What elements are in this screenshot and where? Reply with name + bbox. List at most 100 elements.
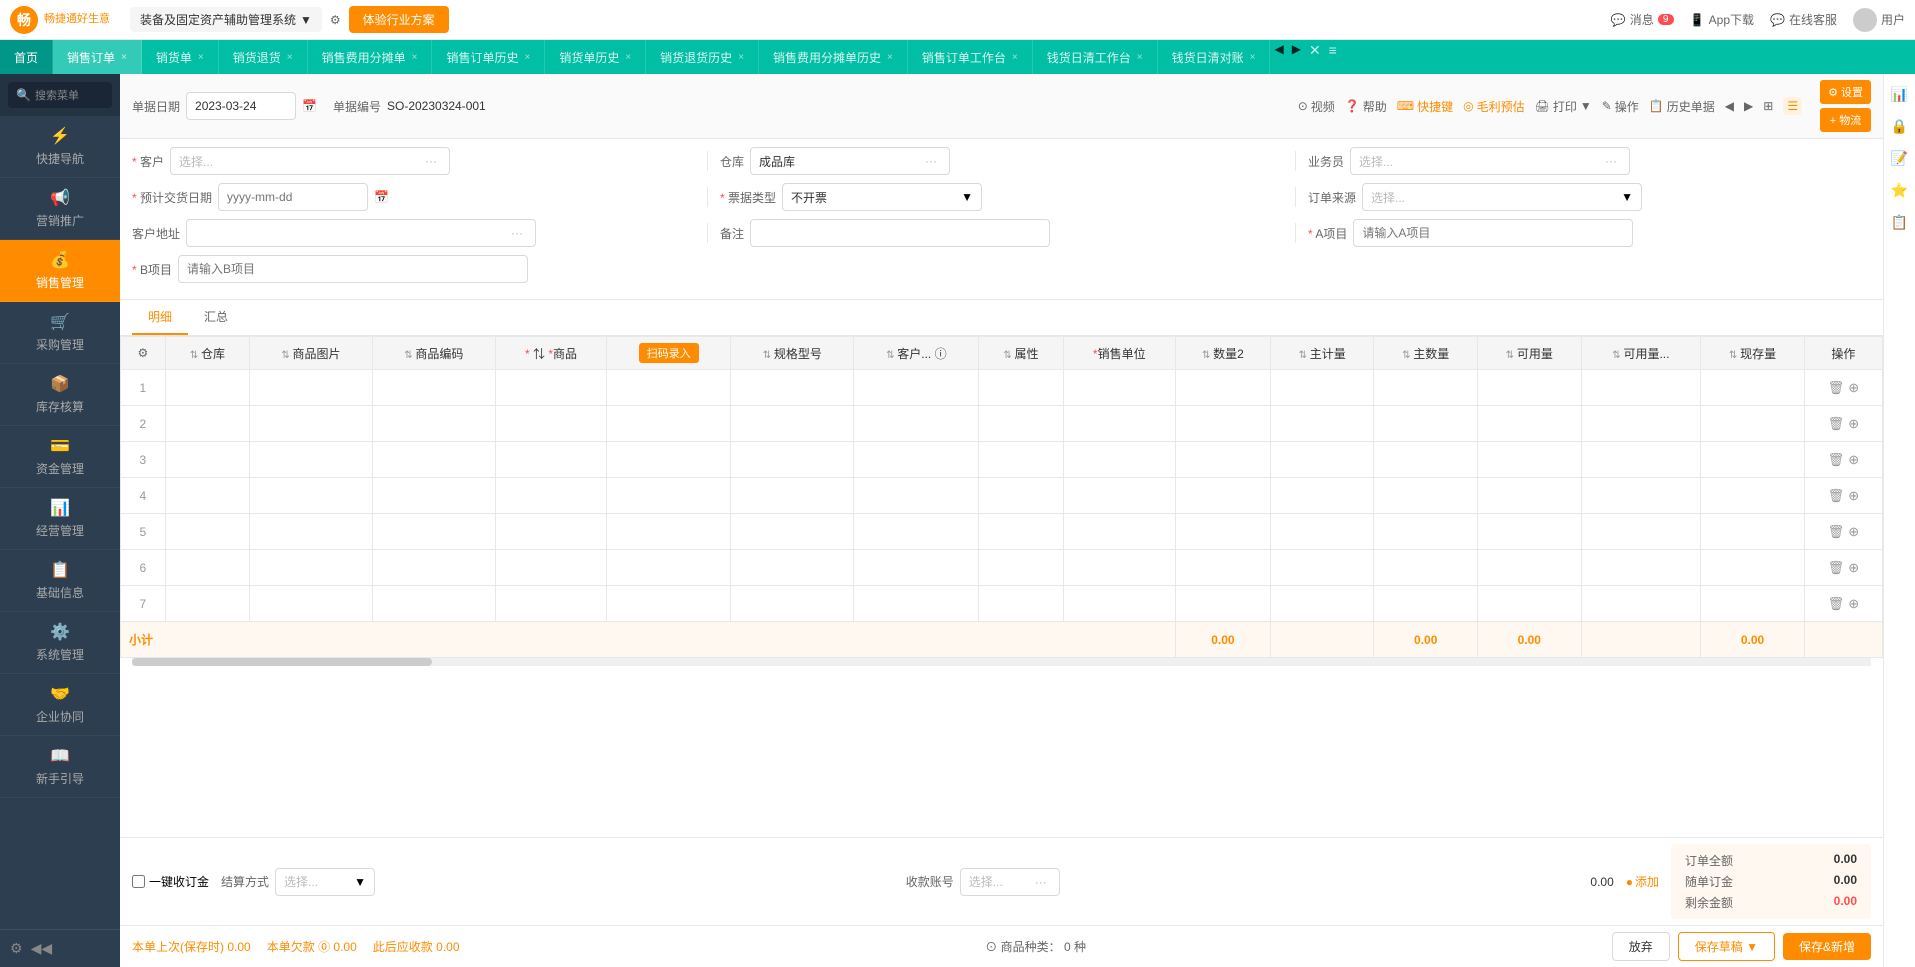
- sidebar-item-cooperation[interactable]: 🤝 企业协同: [0, 674, 120, 736]
- th-warehouse[interactable]: 仓库: [165, 337, 249, 370]
- logistics-btn[interactable]: + 物流: [1820, 108, 1871, 132]
- date-input[interactable]: [186, 92, 296, 120]
- history-btn[interactable]: 📋 历史单据: [1649, 98, 1715, 115]
- th-product-code[interactable]: 商品编码: [372, 337, 495, 370]
- app-download-btn[interactable]: 📱 App下载: [1690, 11, 1754, 28]
- settings-btn[interactable]: ⚙ 设置: [1820, 80, 1871, 104]
- pay-method-select[interactable]: 选择... ▼: [275, 868, 375, 896]
- tab-sales-order-close[interactable]: ×: [121, 52, 127, 63]
- tab-return-history[interactable]: 销货退货历史 ×: [646, 40, 759, 74]
- tab-sales-return[interactable]: 销货退货 ×: [219, 40, 308, 74]
- nav-next-btn[interactable]: ▶: [1288, 40, 1305, 74]
- th-unit[interactable]: *销售单位: [1063, 337, 1175, 370]
- account-select[interactable]: 选择... ···: [960, 868, 1060, 896]
- scan-btn[interactable]: 扫码录入: [639, 343, 699, 363]
- delete-row-4-icon[interactable]: 🗑: [1828, 488, 1845, 504]
- tab-home[interactable]: 首页: [0, 40, 53, 74]
- right-panel-star-icon[interactable]: ⭐: [1888, 178, 1912, 202]
- nav-close-all-btn[interactable]: ✕: [1305, 40, 1325, 74]
- th-settings[interactable]: ⚙: [121, 337, 166, 370]
- delete-row-5-icon[interactable]: 🗑: [1828, 524, 1845, 540]
- th-main-qty[interactable]: 主数量: [1374, 337, 1478, 370]
- discard-btn[interactable]: 放弃: [1612, 932, 1670, 961]
- th-scan[interactable]: 扫码录入: [607, 337, 731, 370]
- column-settings-icon[interactable]: ⚙: [138, 346, 149, 360]
- th-product-img[interactable]: 商品图片: [249, 337, 372, 370]
- tab-sales-invoice-close[interactable]: ×: [198, 52, 204, 63]
- settings-icon[interactable]: ⚙: [330, 13, 341, 27]
- th-available2[interactable]: 可用量...: [1581, 337, 1701, 370]
- nav-next-icon[interactable]: ▶: [1744, 99, 1753, 113]
- sidebar-item-system[interactable]: ⚙️ 系统管理: [0, 612, 120, 674]
- tab-expense-history[interactable]: 销售费用分摊单历史 ×: [759, 40, 908, 74]
- tab-summary[interactable]: 汇总: [188, 300, 244, 335]
- th-qty2[interactable]: 数量2: [1175, 337, 1270, 370]
- tab-daily-workbench[interactable]: 钱货日清工作台 ×: [1033, 40, 1158, 74]
- sidebar-item-purchase[interactable]: 🛒 采购管理: [0, 302, 120, 364]
- nav-menu-btn[interactable]: ≡: [1325, 40, 1341, 74]
- a-project-input[interactable]: [1353, 219, 1633, 247]
- system-name-btn[interactable]: 装备及固定资产辅助管理系统 ▼: [130, 7, 322, 32]
- one-key-checkout-checkbox[interactable]: [132, 875, 145, 888]
- tab-daily-reconcile[interactable]: 钱货日清对账 ×: [1158, 40, 1271, 74]
- right-panel-note-icon[interactable]: 📝: [1888, 146, 1912, 170]
- message-btn[interactable]: 💬 消息 9: [1611, 11, 1674, 28]
- print-btn[interactable]: 🖨 打印 ▼: [1535, 98, 1592, 115]
- sidebar-item-quicknav[interactable]: ⚡ 快捷导航: [0, 116, 120, 178]
- copy-row-7-icon[interactable]: ⊕: [1848, 596, 1859, 612]
- staff-dots[interactable]: ···: [1601, 154, 1621, 168]
- address-select[interactable]: ···: [186, 219, 536, 247]
- right-panel-chart-icon[interactable]: 📊: [1888, 82, 1912, 106]
- sidebar-item-guide[interactable]: 📖 新手引导: [0, 736, 120, 798]
- warehouse-select[interactable]: 成品库 ···: [750, 147, 950, 175]
- copy-row-5-icon[interactable]: ⊕: [1848, 524, 1859, 540]
- sidebar-item-sales[interactable]: 💰 销售管理: [0, 240, 120, 302]
- sidebar-item-basic[interactable]: 📋 基础信息: [0, 550, 120, 612]
- delivery-input[interactable]: [218, 183, 368, 211]
- delete-row-6-icon[interactable]: 🗑: [1828, 560, 1845, 576]
- tab-sales-expense-close[interactable]: ×: [412, 52, 418, 63]
- copy-row-2-icon[interactable]: ⊕: [1848, 416, 1859, 432]
- th-spec[interactable]: 规格型号: [731, 337, 854, 370]
- tab-sales-return-close[interactable]: ×: [287, 52, 293, 63]
- list-view-icon[interactable]: ☰: [1783, 97, 1802, 115]
- sidebar-item-operations[interactable]: 📊 经营管理: [0, 488, 120, 550]
- sidebar-item-inventory[interactable]: 📦 库存核算: [0, 364, 120, 426]
- sidebar-collapse-icon[interactable]: ◀◀: [31, 940, 53, 957]
- customer-dots[interactable]: ···: [421, 154, 441, 168]
- delete-row-7-icon[interactable]: 🗑: [1828, 596, 1845, 612]
- profit-btn[interactable]: ◎ 毛利预估: [1463, 98, 1525, 115]
- warehouse-dots[interactable]: ···: [921, 154, 941, 168]
- b-project-input[interactable]: [178, 255, 528, 283]
- right-panel-clipboard-icon[interactable]: 📋: [1888, 210, 1912, 234]
- nav-prev-btn[interactable]: ◀: [1270, 40, 1287, 74]
- staff-select[interactable]: 选择... ···: [1350, 147, 1630, 175]
- sidebar-item-finance[interactable]: 💳 资金管理: [0, 426, 120, 488]
- add-btn[interactable]: ● 添加: [1626, 873, 1659, 890]
- tab-order-workbench[interactable]: 销售订单工作台 ×: [908, 40, 1033, 74]
- tab-sales-invoice[interactable]: 销货单 ×: [142, 40, 219, 74]
- copy-row-4-icon[interactable]: ⊕: [1848, 488, 1859, 504]
- tab-sales-expense[interactable]: 销售费用分摊单 ×: [308, 40, 433, 74]
- operate-btn[interactable]: ✎ 操作: [1602, 98, 1639, 115]
- th-attribute[interactable]: 属性: [979, 337, 1063, 370]
- sidebar-settings-icon[interactable]: ⚙: [10, 940, 23, 957]
- preview-btn[interactable]: ⊙ 视频: [1298, 98, 1335, 115]
- delete-row-2-icon[interactable]: 🗑: [1828, 416, 1845, 432]
- industry-btn[interactable]: 体验行业方案: [349, 6, 449, 33]
- th-main-unit[interactable]: 主计量: [1270, 337, 1374, 370]
- help-btn[interactable]: ❓ 帮助: [1345, 98, 1387, 115]
- sidebar-item-marketing[interactable]: 📢 营销推广: [0, 178, 120, 240]
- delete-row-3-icon[interactable]: 🗑: [1828, 452, 1845, 468]
- note-input[interactable]: [750, 219, 1050, 247]
- save-new-btn[interactable]: 保存&新增: [1783, 933, 1871, 960]
- tab-detail[interactable]: 明细: [132, 300, 188, 335]
- order-source-select[interactable]: 选择... ▼: [1362, 183, 1642, 211]
- tab-sales-order-history[interactable]: 销售订单历史 ×: [432, 40, 545, 74]
- grid-view-icon[interactable]: ⊞: [1763, 99, 1773, 113]
- customer-select[interactable]: 选择... ···: [170, 147, 450, 175]
- th-available[interactable]: 可用量: [1478, 337, 1582, 370]
- copy-row-6-icon[interactable]: ⊕: [1848, 560, 1859, 576]
- delivery-calendar-icon[interactable]: 📅: [374, 190, 389, 204]
- th-product[interactable]: ⇅ *商品: [495, 337, 606, 370]
